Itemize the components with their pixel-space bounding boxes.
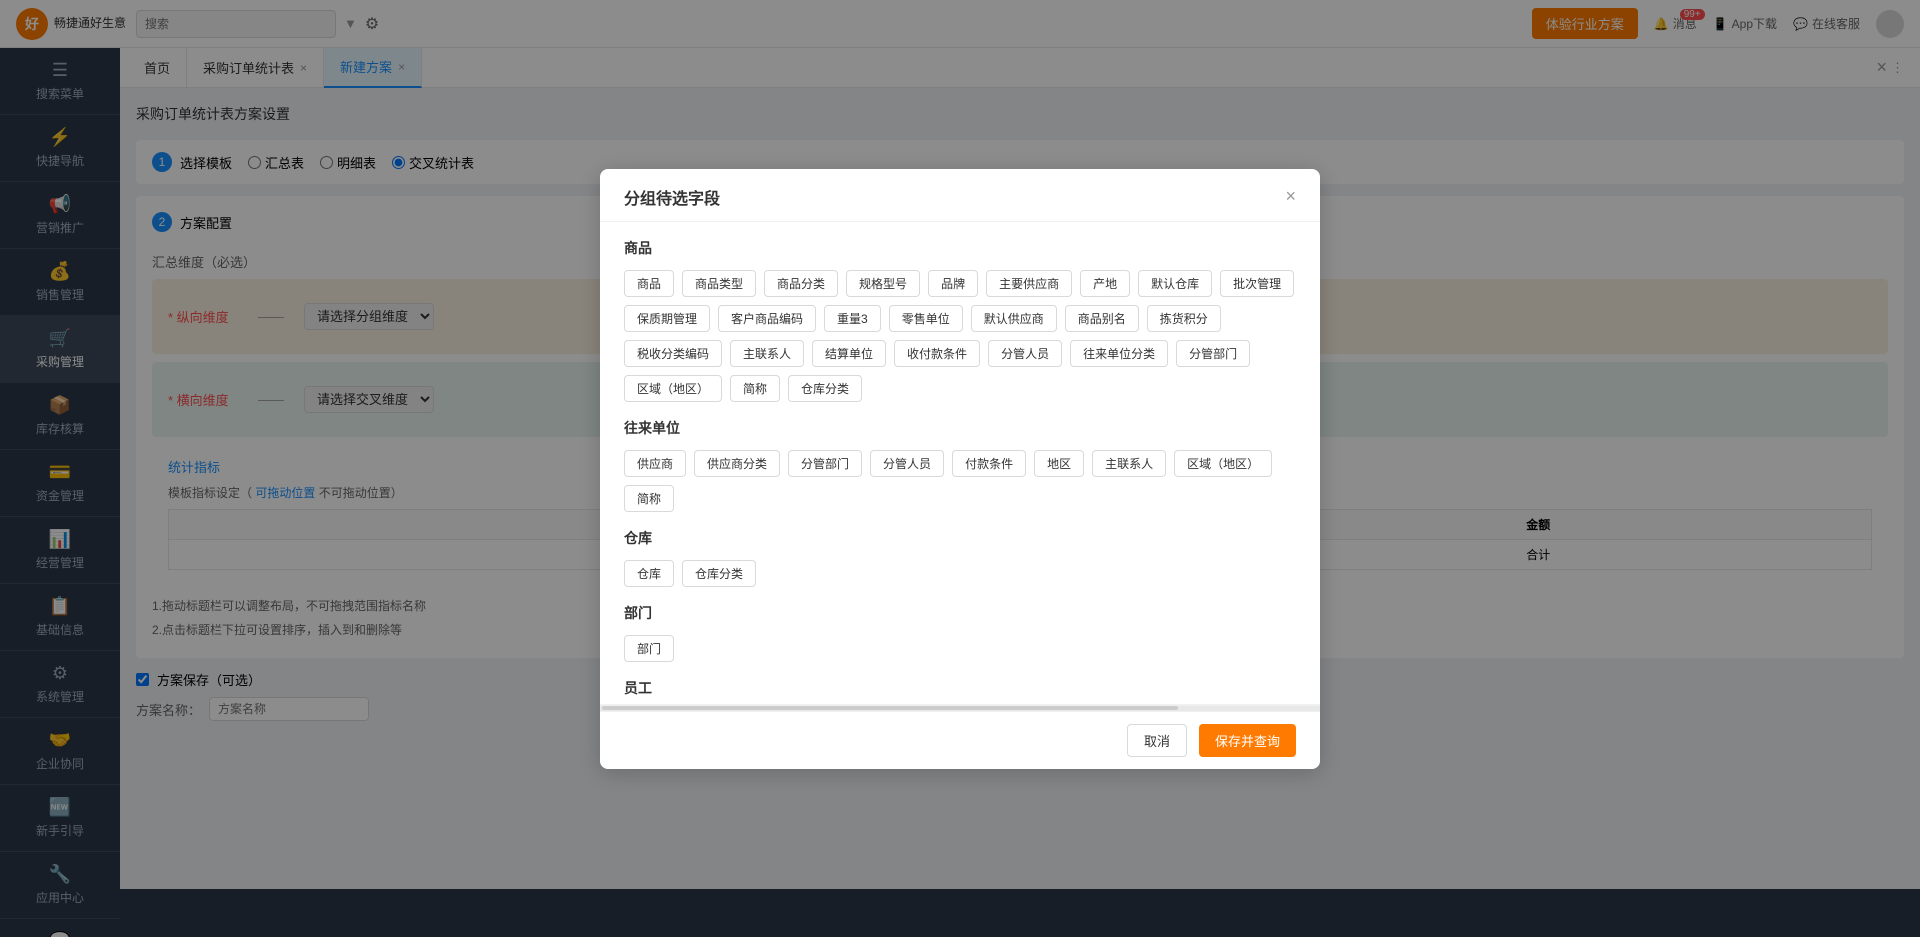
modal: 分组待选字段 × 商品 商品 商品类型 商品分类 规格型号 品牌 主要供应商 产… [600,169,1320,769]
chip-supervisor-staff[interactable]: 分管人员 [988,340,1062,367]
chip-payment-terms[interactable]: 收付款条件 [894,340,980,367]
chip-product-alias[interactable]: 商品别名 [1065,305,1139,332]
chip-main-supplier[interactable]: 主要供应商 [986,270,1072,297]
chip-dept[interactable]: 部门 [624,635,674,662]
chip-warehouse[interactable]: 仓库 [624,560,674,587]
chip-region-product[interactable]: 区域（地区） [624,375,722,402]
modal-save-btn[interactable]: 保存并查询 [1199,724,1296,757]
modal-cancel-btn[interactable]: 取消 [1127,724,1187,757]
chip-product-category[interactable]: 商品分类 [764,270,838,297]
chip-retail-unit[interactable]: 零售单位 [889,305,963,332]
chip-customer-code[interactable]: 客户商品编码 [718,305,816,332]
chip-area[interactable]: 地区 [1034,450,1084,477]
chip-tax-code[interactable]: 税收分类编码 [624,340,722,367]
chip-origin[interactable]: 产地 [1080,270,1130,297]
modal-header: 分组待选字段 × [600,169,1320,222]
chip-batch-mgmt[interactable]: 批次管理 [1220,270,1294,297]
chip-settlement-unit[interactable]: 结算单位 [812,340,886,367]
modal-close-btn[interactable]: × [1285,186,1296,207]
chip-weight3[interactable]: 重量3 [824,305,881,332]
product-chips: 商品 商品类型 商品分类 规格型号 品牌 主要供应商 产地 默认仓库 批次管理 … [624,270,1296,402]
chip-product[interactable]: 商品 [624,270,674,297]
modal-overlay: 分组待选字段 × 商品 商品 商品类型 商品分类 规格型号 品牌 主要供应商 产… [0,0,1920,937]
chip-warehouse-cat[interactable]: 仓库分类 [682,560,756,587]
section-title-warehouse: 仓库 [624,528,1296,548]
chip-supervisor-dept[interactable]: 分管部门 [1176,340,1250,367]
chip-brand[interactable]: 品牌 [928,270,978,297]
chip-partner-contact[interactable]: 主联系人 [1092,450,1166,477]
chip-partner-category[interactable]: 往来单位分类 [1070,340,1168,367]
chip-partner-short[interactable]: 简称 [624,485,674,512]
chip-partner-staff[interactable]: 分管人员 [870,450,944,477]
chip-payment-condition[interactable]: 付款条件 [952,450,1026,477]
chip-default-warehouse[interactable]: 默认仓库 [1138,270,1212,297]
section-title-staff: 员工 [624,678,1296,698]
section-title-dept: 部门 [624,603,1296,623]
section-title-product: 商品 [624,238,1296,258]
modal-body: 商品 商品 商品类型 商品分类 规格型号 品牌 主要供应商 产地 默认仓库 批次… [600,222,1320,705]
chip-partner-dept[interactable]: 分管部门 [788,450,862,477]
dept-chips: 部门 [624,635,1296,662]
modal-title: 分组待选字段 [624,185,720,209]
chip-short-name[interactable]: 简称 [730,375,780,402]
chip-expiry-mgmt[interactable]: 保质期管理 [624,305,710,332]
chip-main-contact[interactable]: 主联系人 [730,340,804,367]
chip-default-supplier[interactable]: 默认供应商 [971,305,1057,332]
chip-partner-region[interactable]: 区域（地区） [1174,450,1272,477]
chip-product-type[interactable]: 商品类型 [682,270,756,297]
chip-spec-model[interactable]: 规格型号 [846,270,920,297]
chip-supplier[interactable]: 供应商 [624,450,686,477]
section-title-partner: 往来单位 [624,418,1296,438]
warehouse-chips: 仓库 仓库分类 [624,560,1296,587]
modal-footer: 取消 保存并查询 [600,711,1320,769]
chip-pick-points[interactable]: 拣货积分 [1147,305,1221,332]
modal-hscroll [600,704,1320,710]
partner-chips: 供应商 供应商分类 分管部门 分管人员 付款条件 地区 主联系人 区域（地区） … [624,450,1296,512]
chip-supplier-category[interactable]: 供应商分类 [694,450,780,477]
chip-warehouse-category[interactable]: 仓库分类 [788,375,862,402]
